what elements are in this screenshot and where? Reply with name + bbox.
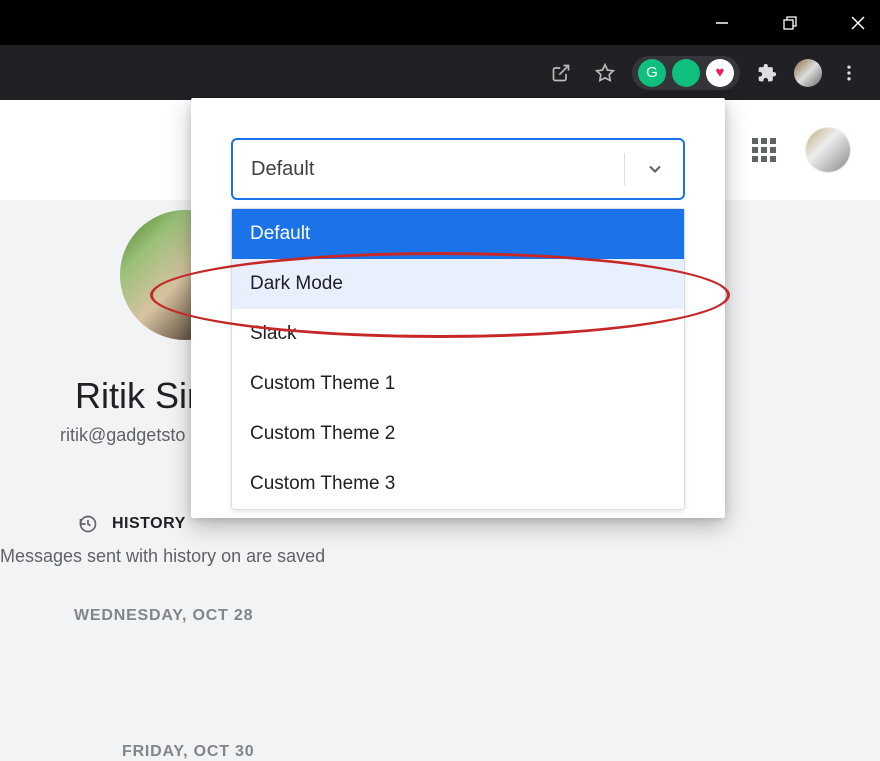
restore-icon	[783, 16, 797, 30]
date-divider-1: WEDNESDAY, OCT 28	[74, 607, 720, 625]
extensions-pill: G ♥	[632, 56, 740, 90]
chevron-down-icon	[624, 153, 665, 185]
window-titlebar	[0, 0, 880, 45]
window-close-button[interactable]	[844, 9, 872, 37]
google-apps-button[interactable]	[752, 138, 776, 162]
history-subtext: Messages sent with history on are saved	[0, 546, 720, 567]
date-divider-2: FRIDAY, OCT 30	[122, 743, 720, 761]
extension-grammarly[interactable]: G	[638, 59, 666, 87]
theme-options-list: Default Dark Mode Slack Custom Theme 1 C…	[231, 208, 685, 510]
puzzle-icon	[757, 63, 777, 83]
window-minimize-button[interactable]	[708, 9, 736, 37]
grammarly-g: G	[646, 64, 658, 81]
more-vert-icon	[839, 63, 859, 83]
browser-menu-button[interactable]	[832, 56, 866, 90]
minimize-icon	[715, 16, 729, 30]
browser-toolbar: G ♥	[0, 45, 880, 100]
theme-dropdown-panel: Default Default Dark Mode Slack Custom T…	[191, 98, 725, 518]
history-icon	[78, 514, 98, 534]
heart-icon: ♥	[716, 64, 725, 81]
theme-select-value: Default	[251, 158, 314, 181]
theme-option-default[interactable]: Default	[232, 209, 684, 259]
open-in-new-button[interactable]	[544, 56, 578, 90]
history-label: HISTORY	[112, 515, 186, 533]
theme-option-slack[interactable]: Slack	[232, 309, 684, 359]
theme-option-custom-2[interactable]: Custom Theme 2	[232, 409, 684, 459]
close-icon	[850, 15, 866, 31]
bookmark-button[interactable]	[588, 56, 622, 90]
open-in-new-icon	[551, 63, 571, 83]
star-icon	[595, 63, 615, 83]
browser-profile-avatar[interactable]	[794, 59, 822, 87]
extensions-button[interactable]	[750, 56, 784, 90]
apps-grid-dot	[752, 138, 758, 144]
account-avatar[interactable]	[806, 128, 850, 172]
theme-select[interactable]: Default	[231, 138, 685, 200]
extension-green-dot[interactable]	[672, 59, 700, 87]
theme-option-custom-1[interactable]: Custom Theme 1	[232, 359, 684, 409]
extension-heart[interactable]: ♥	[706, 59, 734, 87]
window-restore-button[interactable]	[776, 9, 804, 37]
theme-option-dark-mode[interactable]: Dark Mode	[232, 259, 684, 309]
theme-option-custom-3[interactable]: Custom Theme 3	[232, 459, 684, 509]
